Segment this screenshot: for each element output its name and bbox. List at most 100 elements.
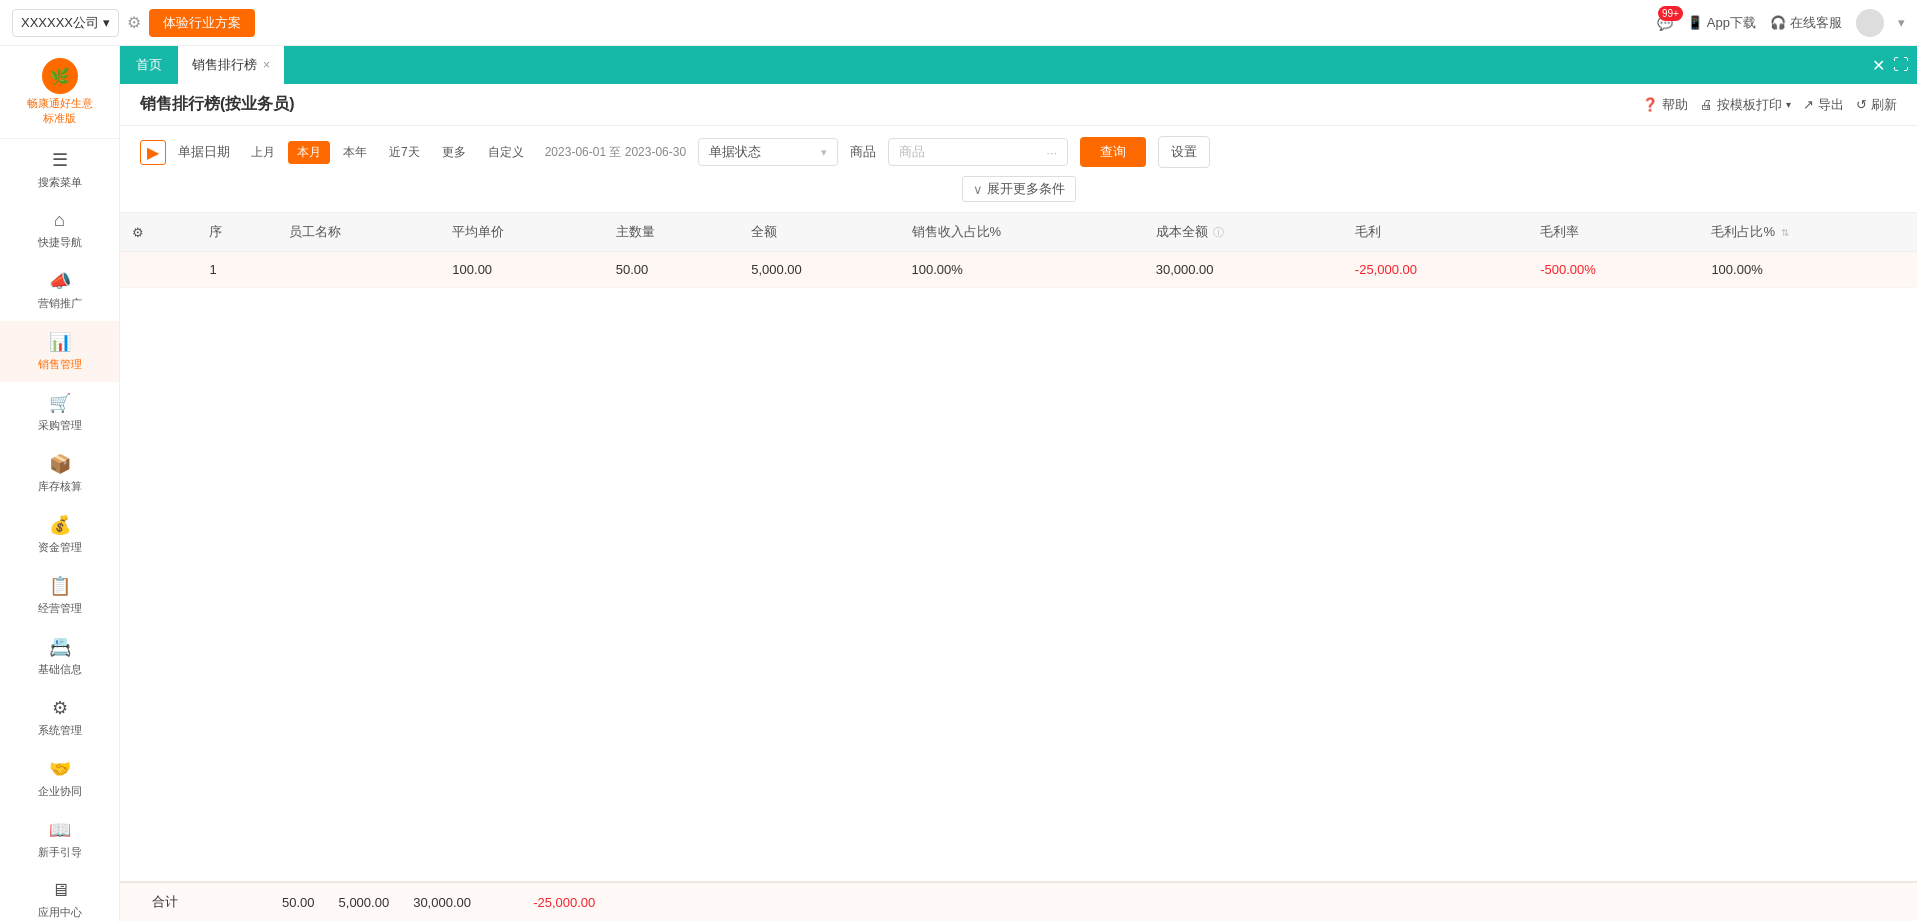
col-rank: 序 bbox=[197, 213, 277, 252]
col-cost-amount: 成本全额 ⓘ bbox=[1144, 213, 1343, 252]
chevron-down-icon: ∨ bbox=[973, 182, 983, 197]
date-tab-this-month[interactable]: 本月 bbox=[288, 141, 330, 164]
goods-input[interactable]: 商品 ··· bbox=[888, 138, 1068, 166]
sidebar-item-quick-nav[interactable]: ⌂ 快捷导航 bbox=[0, 200, 119, 260]
amount-value: 5,000.00 bbox=[751, 262, 802, 277]
settings-button[interactable]: 设置 bbox=[1158, 136, 1210, 168]
cost-info-icon[interactable]: ⓘ bbox=[1213, 226, 1224, 238]
date-tab-last-7-days[interactable]: 近7天 bbox=[380, 141, 429, 164]
col-sales-pct: 销售收入占比% bbox=[900, 213, 1144, 252]
logo-text: 畅康通好生意标准版 bbox=[8, 96, 111, 126]
sidebar-label-basic-info: 基础信息 bbox=[38, 662, 82, 677]
query-button[interactable]: 查询 bbox=[1080, 137, 1146, 167]
sidebar-label-app-center: 应用中心 bbox=[38, 905, 82, 920]
tab-maximize-icon[interactable]: ⛶ bbox=[1893, 56, 1909, 75]
col-name: 员工名称 bbox=[277, 213, 440, 252]
sidebar-item-beginner[interactable]: 📖 新手引导 bbox=[0, 809, 119, 870]
page-content: 销售排行榜(按业务员) ❓ 帮助 🖨 按模板打印 ▾ ↗ 导出 bbox=[120, 84, 1917, 921]
export-label: 导出 bbox=[1818, 96, 1844, 114]
sidebar-label-marketing: 营销推广 bbox=[38, 296, 82, 311]
tab-close-icon[interactable]: × bbox=[263, 58, 270, 72]
top-bar: XXXXXX公司 ▾ ⚙ 体验行业方案 💬 99+ 📱 App下载 🎧 在线客服… bbox=[0, 0, 1917, 46]
avatar[interactable] bbox=[1856, 9, 1884, 37]
tab-home[interactable]: 首页 bbox=[120, 46, 178, 84]
filter-row-1: ▶ 单据日期 上月 本月 本年 近7天 更多 自定义 2023-06-01 至 … bbox=[140, 136, 1897, 168]
export-button[interactable]: ↗ 导出 bbox=[1803, 96, 1844, 114]
col-settings[interactable]: ⚙ bbox=[120, 213, 197, 252]
gross-rate-value: -500.00% bbox=[1540, 262, 1596, 277]
gross-pct-value: 100.00% bbox=[1711, 262, 1762, 277]
tab-bar: 首页 销售排行榜 × ✕ ⛶ bbox=[120, 46, 1917, 84]
tab-bar-right: ✕ ⛶ bbox=[1872, 56, 1917, 75]
refresh-button[interactable]: ↺ 刷新 bbox=[1856, 96, 1897, 114]
tab-close-window-icon[interactable]: ✕ bbox=[1872, 56, 1885, 75]
page-title: 销售排行榜(按业务员) bbox=[140, 94, 295, 115]
sidebar-label-operation: 经营管理 bbox=[38, 601, 82, 616]
sidebar-item-app-center[interactable]: 🖥 应用中心 bbox=[0, 870, 119, 921]
message-icon-wrapper[interactable]: 💬 99+ bbox=[1657, 12, 1673, 33]
online-service-item[interactable]: 🎧 在线客服 bbox=[1770, 14, 1842, 32]
sidebar-label-inventory: 库存核算 bbox=[38, 479, 82, 494]
trial-button[interactable]: 体验行业方案 bbox=[149, 9, 255, 37]
expand-btn-label: 展开更多条件 bbox=[987, 180, 1065, 198]
sidebar-item-basic-info[interactable]: 📇 基础信息 bbox=[0, 626, 119, 687]
expand-more-conditions-button[interactable]: ∨ 展开更多条件 bbox=[962, 176, 1076, 202]
inventory-icon: 📦 bbox=[49, 453, 71, 475]
company-selector[interactable]: XXXXXX公司 ▾ bbox=[12, 9, 119, 37]
cell-gross: -25,000.00 bbox=[1343, 252, 1528, 288]
print-label: 按模板打印 bbox=[1717, 96, 1782, 114]
top-bar-right: 💬 99+ 📱 App下载 🎧 在线客服 ▾ bbox=[1657, 9, 1905, 37]
cell-gross-rate: -500.00% bbox=[1528, 252, 1699, 288]
col-main-qty-label: 主数量 bbox=[616, 224, 655, 239]
print-chevron-icon: ▾ bbox=[1786, 99, 1791, 110]
sidebar-item-inventory[interactable]: 📦 库存核算 bbox=[0, 443, 119, 504]
date-tab-this-year[interactable]: 本年 bbox=[334, 141, 376, 164]
print-button[interactable]: 🖨 按模板打印 ▾ bbox=[1700, 96, 1791, 114]
sidebar-label-quick-nav: 快捷导航 bbox=[38, 235, 82, 250]
main-qty-value: 50.00 bbox=[616, 262, 649, 277]
status-label: 单据状态 bbox=[709, 143, 761, 161]
sidebar-item-operation[interactable]: 📋 经营管理 bbox=[0, 565, 119, 626]
date-filter-label: 单据日期 bbox=[178, 143, 230, 161]
sidebar-label-search: 搜索菜单 bbox=[38, 175, 82, 190]
col-gross-label: 毛利 bbox=[1355, 224, 1381, 239]
cell-avg-price: 100.00 bbox=[440, 252, 603, 288]
sidebar-item-purchase[interactable]: 🛒 采购管理 bbox=[0, 382, 119, 443]
sidebar-label-purchase: 采购管理 bbox=[38, 418, 82, 433]
finance-icon: 💰 bbox=[49, 514, 71, 536]
col-avg-price-label: 平均单价 bbox=[452, 224, 504, 239]
company-settings-icon[interactable]: ⚙ bbox=[127, 13, 141, 32]
sidebar-item-finance[interactable]: 💰 资金管理 bbox=[0, 504, 119, 565]
data-table: ⚙ 序 员工名称 平均单价 主数 bbox=[120, 213, 1917, 288]
col-amount-label: 全额 bbox=[751, 224, 777, 239]
logo-icon: 🌿 bbox=[42, 58, 78, 94]
app-download-item[interactable]: 📱 App下载 bbox=[1687, 14, 1756, 32]
column-settings-icon[interactable]: ⚙ bbox=[132, 225, 144, 240]
help-button[interactable]: ❓ 帮助 bbox=[1642, 96, 1688, 114]
purchase-icon: 🛒 bbox=[49, 392, 71, 414]
cost-amount-value: 30,000.00 bbox=[1156, 262, 1214, 277]
avg-price-value: 100.00 bbox=[452, 262, 492, 277]
date-tab-last-month[interactable]: 上月 bbox=[242, 141, 284, 164]
export-icon: ↗ bbox=[1803, 97, 1814, 112]
gross-pct-sort-icon[interactable]: ⇅ bbox=[1781, 227, 1789, 238]
sidebar-item-sales[interactable]: 📊 销售管理 bbox=[0, 321, 119, 382]
col-name-label: 员工名称 bbox=[289, 224, 341, 239]
cell-cost-amount: 30,000.00 bbox=[1144, 252, 1343, 288]
sidebar-item-system[interactable]: ⚙ 系统管理 bbox=[0, 687, 119, 748]
filter-expand-arrow[interactable]: ▶ bbox=[140, 140, 166, 165]
search-icon: ☰ bbox=[52, 149, 68, 171]
sidebar-item-search-order[interactable]: ☰ 搜索菜单 bbox=[0, 139, 119, 200]
headset-icon: 🎧 bbox=[1770, 15, 1786, 30]
marketing-icon: 📣 bbox=[49, 270, 71, 292]
footer-gross: -25,000.00 bbox=[521, 895, 607, 910]
help-label: 帮助 bbox=[1662, 96, 1688, 114]
date-tab-custom[interactable]: 自定义 bbox=[479, 141, 533, 164]
date-tab-more[interactable]: 更多 bbox=[433, 141, 475, 164]
status-select[interactable]: 单据状态 ▾ bbox=[698, 138, 838, 166]
footer-label: 合计 bbox=[132, 893, 190, 911]
tab-sales-ranking[interactable]: 销售排行榜 × bbox=[178, 46, 284, 84]
sidebar-item-enterprise-coop[interactable]: 🤝 企业协同 bbox=[0, 748, 119, 809]
sidebar-item-marketing[interactable]: 📣 营销推广 bbox=[0, 260, 119, 321]
cell-amount: 5,000.00 bbox=[739, 252, 899, 288]
